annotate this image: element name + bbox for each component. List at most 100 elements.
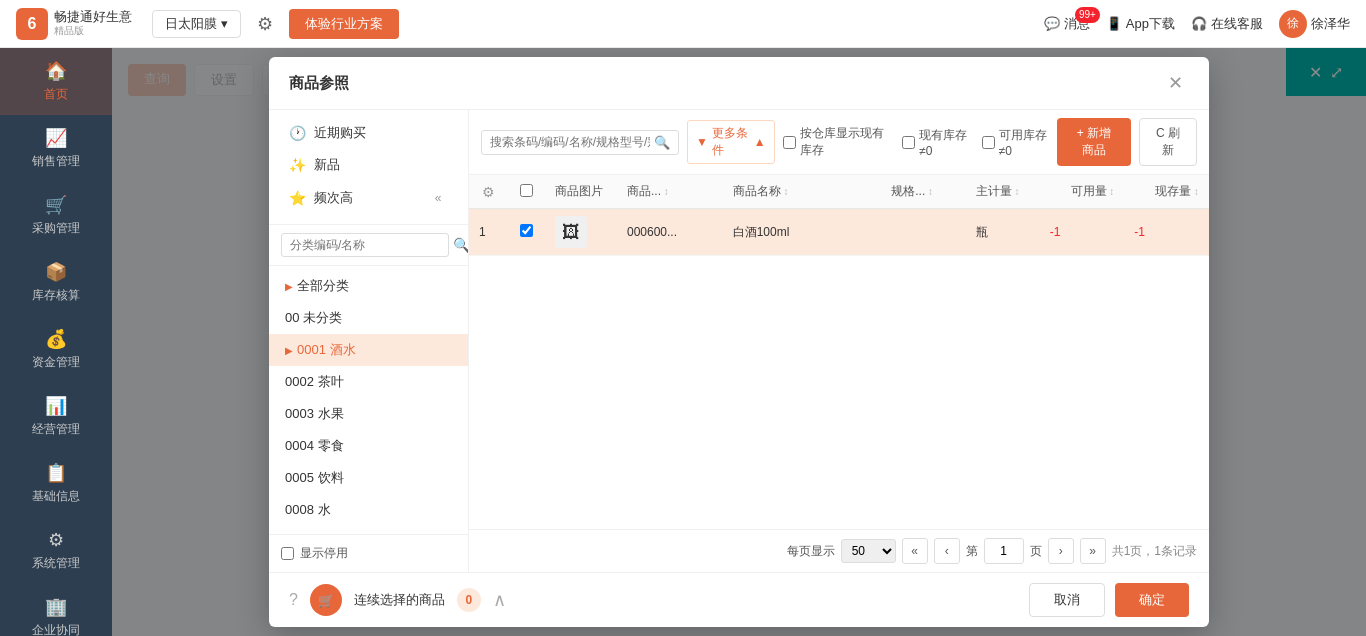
sidebar-item-home[interactable]: 🏠 首页	[0, 48, 112, 115]
category-fruit[interactable]: 0003 水果	[269, 398, 468, 430]
sidebar-item-purchase[interactable]: 🛒 采购管理	[0, 182, 112, 249]
stock-not-zero-checkbox[interactable]: 现有库存≠0	[902, 127, 969, 158]
logo-text: 畅捷通好生意 精品版	[54, 9, 132, 39]
filter-button[interactable]: ▼ 更多条件 ▲	[687, 120, 775, 164]
sidebar-item-sales[interactable]: 📈 销售管理	[0, 115, 112, 182]
collapse-icon[interactable]: «	[428, 188, 448, 208]
table-row[interactable]: 1 🖼 000600... 白酒100ml 瓶	[469, 209, 1209, 256]
page-size-select[interactable]: 50 100 200	[841, 539, 896, 563]
basics-icon: 📋	[45, 462, 67, 484]
refresh-button[interactable]: C 刷新	[1139, 118, 1197, 166]
trial-button[interactable]: 体验行业方案	[289, 9, 399, 39]
product-code: 000600...	[617, 209, 723, 256]
col-header-available[interactable]: 可用量	[1040, 175, 1125, 209]
system-icon: ⚙	[48, 529, 64, 551]
right-panel: 🔍 ▼ 更多条件 ▲ 按仓库显示现有库存	[469, 110, 1209, 572]
cart-icon: 🛒	[318, 593, 334, 608]
category-all[interactable]: ▶ 全部分类	[269, 270, 468, 302]
page-number-input[interactable]	[984, 538, 1024, 564]
row-checkbox[interactable]	[520, 224, 533, 237]
navbar: 6 畅捷通好生意 精品版 日太阳膜 ▾ ⚙ 体验行业方案 💬 消息 99+ 📱 …	[0, 0, 1366, 48]
sales-icon: 📈	[45, 127, 67, 149]
column-settings-icon[interactable]: ⚙	[482, 184, 495, 200]
filter-icon: ▼	[696, 135, 708, 149]
service-button[interactable]: 🎧 在线客服	[1191, 15, 1263, 33]
recent-icon: 🕐	[289, 125, 306, 141]
store-selector[interactable]: 日太阳膜 ▾	[152, 10, 241, 38]
product-reference-modal: 商品参照 ✕ 🕐 近期购买	[269, 57, 1209, 627]
col-header-spec[interactable]: 规格...	[881, 175, 966, 209]
category-appliance[interactable]: 0010 家电	[269, 526, 468, 534]
headset-icon: 🎧	[1191, 16, 1207, 31]
sidebar-item-inventory[interactable]: 📦 库存核算	[0, 249, 112, 316]
last-page-button[interactable]: »	[1080, 538, 1106, 564]
tab-new-products[interactable]: ✨ 新品	[281, 150, 456, 180]
sidebar-item-enterprise[interactable]: 🏢 企业协同	[0, 584, 112, 636]
operations-icon: 📊	[45, 395, 67, 417]
help-icon[interactable]: ?	[289, 591, 298, 609]
category-liquor[interactable]: ▶ 0001 酒水	[269, 334, 468, 366]
star-icon: ⭐	[289, 190, 306, 206]
new-icon: ✨	[289, 157, 306, 173]
warehouse-display-checkbox[interactable]: 按仓库显示现有库存	[783, 125, 891, 159]
category-search-input[interactable]	[281, 233, 449, 257]
main-layout: 🏠 首页 📈 销售管理 🛒 采购管理 📦 库存核算 💰 资金管理 📊 经营管理 …	[0, 48, 1366, 636]
first-page-button[interactable]: «	[902, 538, 928, 564]
category-water[interactable]: 0008 水	[269, 494, 468, 526]
message-badge: 99+	[1075, 7, 1100, 23]
category-snack[interactable]: 0004 零食	[269, 430, 468, 462]
product-table-container: ⚙ 商品图片 商品... 商品名称 规格... 主计量 可用量 现存量	[469, 175, 1209, 529]
modal-close-button[interactable]: ✕	[1161, 69, 1189, 97]
pagination: 每页显示 50 100 200 « ‹	[469, 529, 1209, 572]
home-icon: 🏠	[45, 60, 67, 82]
footer-actions: 取消 确定	[1029, 583, 1189, 617]
finance-icon: 💰	[45, 328, 67, 350]
cart-count: 0	[457, 588, 481, 612]
prev-page-button[interactable]: ‹	[934, 538, 960, 564]
tab-frequent[interactable]: ⭐ 频次高 «	[281, 182, 456, 214]
sidebar-item-finance[interactable]: 💰 资金管理	[0, 316, 112, 383]
left-panel: 🕐 近期购买 ✨ 新品 ⭐ 频次高 «	[269, 110, 469, 572]
modal-title: 商品参照	[289, 74, 349, 93]
cancel-button[interactable]: 取消	[1029, 583, 1105, 617]
select-all-checkbox[interactable]	[520, 184, 533, 197]
messages-button[interactable]: 💬 消息 99+	[1044, 15, 1090, 33]
sidebar-item-basics[interactable]: 📋 基础信息	[0, 450, 112, 517]
search-box: 🔍	[481, 130, 679, 155]
product-unit: 瓶	[966, 209, 1040, 256]
product-search-input[interactable]	[490, 135, 650, 149]
col-header-stock[interactable]: 现存量	[1124, 175, 1209, 209]
add-product-button[interactable]: + 新增商品	[1057, 118, 1131, 166]
sidebar-item-system[interactable]: ⚙ 系统管理	[0, 517, 112, 584]
avatar: 徐	[1279, 10, 1307, 38]
arrow-icon: ▶	[285, 281, 293, 292]
page-info: 共1页，1条记录	[1112, 543, 1197, 560]
user-menu[interactable]: 徐 徐泽华	[1279, 10, 1350, 38]
col-header-code[interactable]: 商品...	[617, 175, 723, 209]
navbar-right: 💬 消息 99+ 📱 App下载 🎧 在线客服 徐 徐泽华	[1044, 10, 1350, 38]
modal-body: 🕐 近期购买 ✨ 新品 ⭐ 频次高 «	[269, 110, 1209, 572]
logo: 6 畅捷通好生意 精品版	[16, 8, 132, 40]
cart-label: 连续选择的商品	[354, 591, 445, 609]
left-panel-footer: 显示停用	[269, 534, 468, 572]
inventory-icon: 📦	[45, 261, 67, 283]
cart-button[interactable]: 🛒	[310, 584, 342, 616]
next-page-button[interactable]: ›	[1048, 538, 1074, 564]
footer-collapse-icon[interactable]: ∧	[493, 589, 506, 611]
search-icon[interactable]: 🔍	[453, 237, 469, 253]
tab-recent-purchase[interactable]: 🕐 近期购买	[281, 118, 456, 148]
category-list: ▶ 全部分类 00 未分类 ▶ 0001 酒水 0002 茶	[269, 266, 468, 534]
category-tea[interactable]: 0002 茶叶	[269, 366, 468, 398]
col-header-unit[interactable]: 主计量	[966, 175, 1040, 209]
settings-icon[interactable]: ⚙	[249, 8, 281, 40]
confirm-button[interactable]: 确定	[1115, 583, 1189, 617]
show-disabled-checkbox[interactable]	[281, 547, 294, 560]
col-header-name[interactable]: 商品名称	[723, 175, 882, 209]
category-beverage[interactable]: 0005 饮料	[269, 462, 468, 494]
app-download-button[interactable]: 📱 App下载	[1106, 15, 1175, 33]
filter-checkboxes: 按仓库显示现有库存 现有库存≠0 可用库存≠0	[783, 125, 1050, 159]
category-unclassified[interactable]: 00 未分类	[269, 302, 468, 334]
available-not-zero-checkbox[interactable]: 可用库存≠0	[982, 127, 1049, 158]
sidebar-item-operations[interactable]: 📊 经营管理	[0, 383, 112, 450]
search-icon[interactable]: 🔍	[654, 135, 670, 150]
